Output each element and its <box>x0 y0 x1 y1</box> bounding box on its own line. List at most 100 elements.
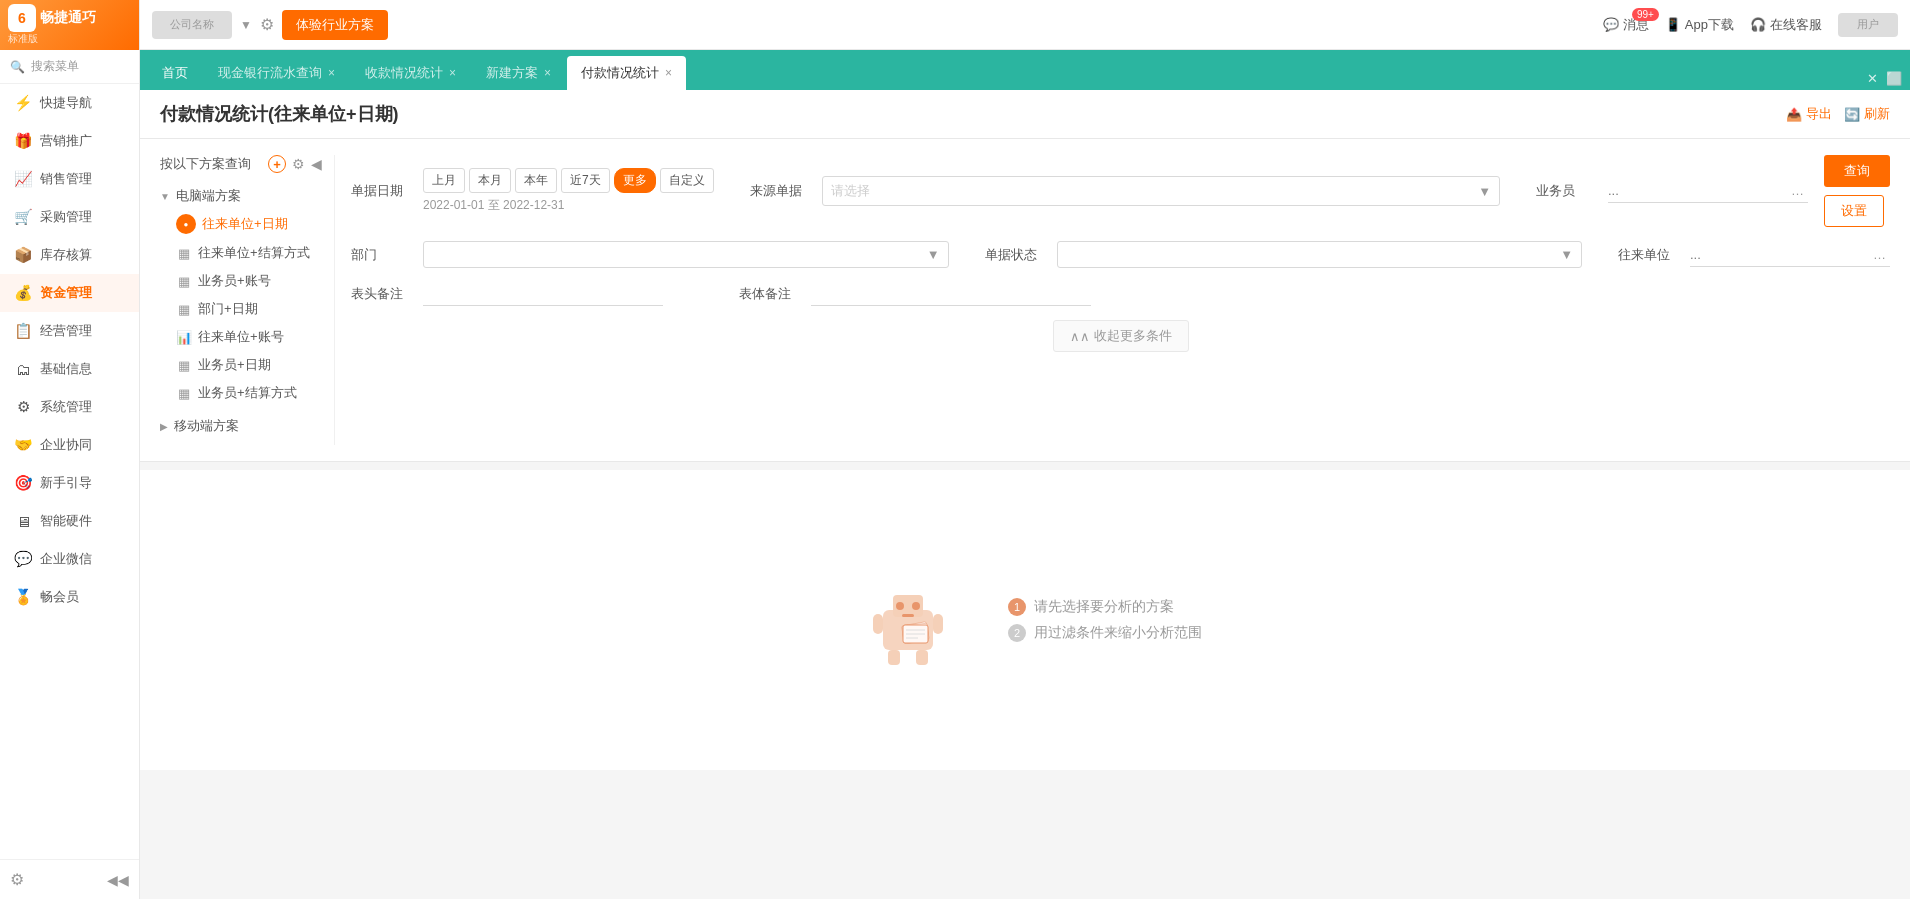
tab-receipt-stats[interactable]: 收款情况统计 × <box>351 56 470 90</box>
sidebar-item-sales[interactable]: 📈 销售管理 <box>0 160 139 198</box>
date-btn-this-year[interactable]: 本年 <box>515 168 557 193</box>
sidebar-item-management[interactable]: 📋 经营管理 <box>0 312 139 350</box>
management-icon: 📋 <box>14 322 32 340</box>
sidebar-item-inventory[interactable]: 📦 库存核算 <box>0 236 139 274</box>
query-btn[interactable]: 查询 <box>1824 155 1890 187</box>
refresh-btn[interactable]: 🔄 刷新 <box>1844 105 1890 123</box>
scheme-item-staff-settle[interactable]: ▦ 业务员+结算方式 <box>160 379 322 407</box>
trial-btn[interactable]: 体验行业方案 <box>282 10 388 40</box>
scheme-group-mobile-header[interactable]: ▶ 移动端方案 <box>160 413 322 439</box>
related-unit-input[interactable] <box>1690 243 1869 266</box>
scheme-item-icon: ▦ <box>176 385 192 401</box>
member-icon: 🏅 <box>14 588 32 606</box>
svg-point-2 <box>896 602 904 610</box>
staff-more-btn[interactable]: … <box>1787 183 1808 198</box>
header-note-wrap <box>423 282 663 306</box>
scheme-item-unit-settle[interactable]: ▦ 往来单位+结算方式 <box>160 239 322 267</box>
sidebar-item-purchase[interactable]: 🛒 采购管理 <box>0 198 139 236</box>
tab-bank-flow-close[interactable]: × <box>328 66 335 80</box>
page-actions: 📤 导出 🔄 刷新 <box>1786 105 1890 123</box>
tab-new-scheme[interactable]: 新建方案 × <box>472 56 565 90</box>
messages-btn[interactable]: 💬 消息 99+ <box>1603 16 1649 34</box>
app-label: App下载 <box>1685 16 1734 34</box>
sidebar-item-member[interactable]: 🏅 畅会员 <box>0 578 139 616</box>
scheme-item-icon: ▦ <box>176 245 192 261</box>
staff-input[interactable] <box>1608 179 1787 202</box>
sidebar-item-system[interactable]: ⚙ 系统管理 <box>0 388 139 426</box>
scheme-settings-btn[interactable]: ⚙ <box>292 156 305 172</box>
user-avatar[interactable]: 用户 <box>1838 13 1898 37</box>
empty-msg-num-1: 1 <box>1008 598 1026 616</box>
sidebar-item-quick-nav[interactable]: ⚡ 快捷导航 <box>0 84 139 122</box>
svg-rect-6 <box>933 614 943 634</box>
filter-row-1: 单据日期 上月 本月 本年 近7天 更多 自定义 2022-01-01 至 20… <box>351 155 1890 227</box>
date-btn-more[interactable]: 更多 <box>614 168 656 193</box>
topbar-gear-icon[interactable]: ⚙ <box>260 15 274 34</box>
sidebar-item-enterprise[interactable]: 🤝 企业协同 <box>0 426 139 464</box>
maximize-window-icon[interactable]: ⬜ <box>1886 71 1902 86</box>
sidebar-item-marketing[interactable]: 🎁 营销推广 <box>0 122 139 160</box>
date-btn-this-month[interactable]: 本月 <box>469 168 511 193</box>
sidebar-item-hardware[interactable]: 🖥 智能硬件 <box>0 502 139 540</box>
tab-new-scheme-label: 新建方案 <box>486 64 538 82</box>
footer-settings-icon[interactable]: ⚙ <box>10 870 24 889</box>
voucher-status-dropdown-arrow: ▼ <box>1560 247 1573 262</box>
tab-receipt-stats-close[interactable]: × <box>449 66 456 80</box>
sidebar-item-wechat[interactable]: 💬 企业微信 <box>0 540 139 578</box>
date-btn-last-month[interactable]: 上月 <box>423 168 465 193</box>
search-menu[interactable]: 🔍 搜索菜单 <box>0 50 139 84</box>
related-unit-label: 往来单位 <box>1618 246 1674 264</box>
inventory-icon: 📦 <box>14 246 32 264</box>
close-window-icon[interactable]: ✕ <box>1867 71 1878 86</box>
tab-payment-stats-label: 付款情况统计 <box>581 64 659 82</box>
collapse-more-btn[interactable]: ∧∧ 收起更多条件 <box>1053 320 1189 352</box>
date-btn-custom[interactable]: 自定义 <box>660 168 714 193</box>
empty-robot-illustration <box>848 560 968 680</box>
sales-icon: 📈 <box>14 170 32 188</box>
scheme-item-dept-date[interactable]: ▦ 部门+日期 <box>160 295 322 323</box>
sidebar-item-label: 智能硬件 <box>40 512 92 530</box>
scheme-item-icon: ▦ <box>176 357 192 373</box>
tab-home[interactable]: 首页 <box>148 56 202 90</box>
sidebar-item-fund[interactable]: 💰 资金管理 <box>0 274 139 312</box>
sidebar-item-guide[interactable]: 🎯 新手引导 <box>0 464 139 502</box>
empty-msg-2-text: 用过滤条件来缩小分析范围 <box>1034 624 1202 642</box>
scheme-item-unit-account[interactable]: 📊 往来单位+账号 <box>160 323 322 351</box>
setting-btn[interactable]: 设置 <box>1824 195 1884 227</box>
scheme-item-staff-date[interactable]: ▦ 业务员+日期 <box>160 351 322 379</box>
scheme-item-staff-account[interactable]: ▦ 业务员+账号 <box>160 267 322 295</box>
related-unit-more-btn[interactable]: … <box>1869 247 1890 262</box>
scheme-group-desktop-header[interactable]: ▼ 电脑端方案 <box>160 183 322 209</box>
export-icon: 📤 <box>1786 107 1802 122</box>
scheme-item-icon: ▦ <box>176 301 192 317</box>
sidebar-item-basic[interactable]: 🗂 基础信息 <box>0 350 139 388</box>
date-btn-last-7[interactable]: 近7天 <box>561 168 610 193</box>
tab-bank-flow[interactable]: 现金银行流水查询 × <box>204 56 349 90</box>
scheme-item-unit-date[interactable]: ● 往来单位+日期 <box>160 209 322 239</box>
svg-point-3 <box>912 602 920 610</box>
collapse-more-label: 收起更多条件 <box>1094 327 1172 345</box>
body-note-input[interactable] <box>811 282 1091 305</box>
online-service-btn[interactable]: 🎧 在线客服 <box>1750 16 1822 34</box>
sidebar-nav: ⚡ 快捷导航 🎁 营销推广 📈 销售管理 🛒 采购管理 📦 库存核算 💰 资金管… <box>0 84 139 859</box>
voucher-status-select[interactable]: ▼ <box>1057 241 1583 268</box>
topbar-right: 💬 消息 99+ 📱 App下载 🎧 在线客服 用户 <box>1603 13 1898 37</box>
topbar-dropdown-arrow[interactable]: ▼ <box>240 18 252 32</box>
app-download-btn[interactable]: 📱 App下载 <box>1665 16 1734 34</box>
related-unit-input-wrap: … <box>1690 243 1890 267</box>
footer-collapse-icon[interactable]: ◀◀ <box>107 872 129 888</box>
tab-payment-stats-close[interactable]: × <box>665 66 672 80</box>
sidebar-item-label: 销售管理 <box>40 170 92 188</box>
scheme-add-btn[interactable]: + <box>268 155 286 173</box>
window-buttons: ✕ ⬜ <box>1867 71 1902 90</box>
dept-select[interactable]: ▼ <box>423 241 949 268</box>
scheme-collapse-btn[interactable]: ◀ <box>311 156 322 172</box>
filter-form: 单据日期 上月 本月 本年 近7天 更多 自定义 2022-01-01 至 20… <box>351 155 1890 445</box>
export-btn[interactable]: 📤 导出 <box>1786 105 1832 123</box>
dept-label: 部门 <box>351 246 407 264</box>
tab-payment-stats[interactable]: 付款情况统计 × <box>567 56 686 90</box>
sidebar-item-label: 经营管理 <box>40 322 92 340</box>
tab-new-scheme-close[interactable]: × <box>544 66 551 80</box>
header-note-input[interactable] <box>423 282 663 305</box>
source-select[interactable]: 请选择 ▼ <box>822 176 1500 206</box>
